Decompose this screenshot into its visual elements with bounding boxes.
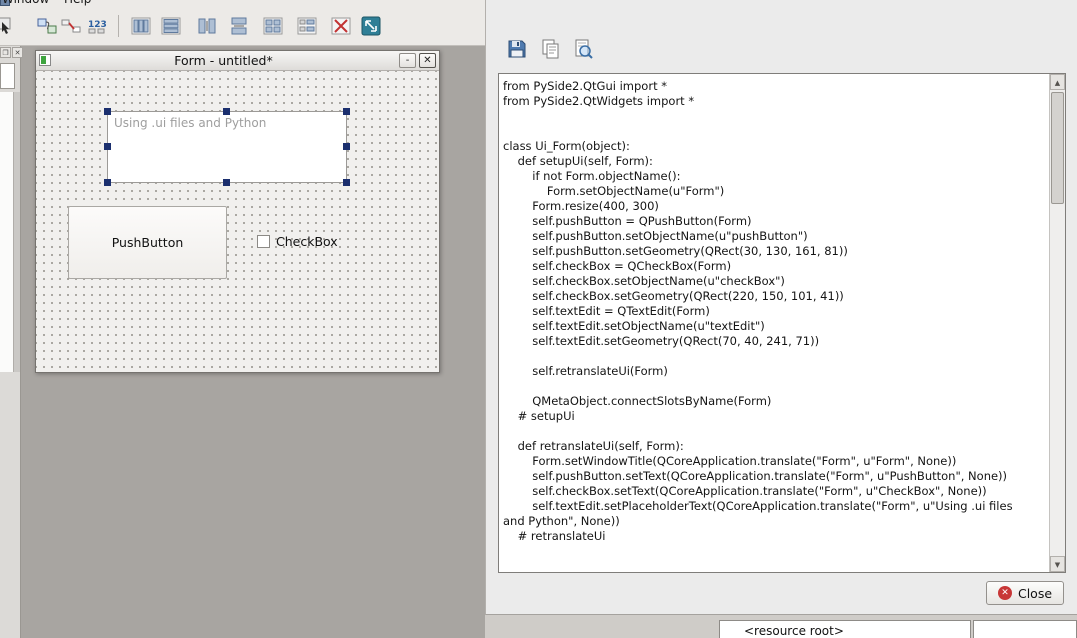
selection-handle[interactable]	[343, 143, 350, 150]
break-layout-icon[interactable]	[328, 13, 354, 39]
code-line: and Python", None))	[503, 514, 1049, 529]
checkbox-widget[interactable]: CheckBox	[257, 234, 338, 249]
code-line: self.checkBox.setText(QCoreApplication.t…	[503, 484, 1049, 499]
resource-panel-secondary[interactable]	[973, 620, 1077, 638]
form-designer-window: Form - untitled* - ✕ Using .ui files and…	[35, 50, 440, 373]
checkbox-label: CheckBox	[276, 234, 338, 249]
code-line	[503, 349, 1049, 364]
left-dock-panel: ❐ ✕	[0, 46, 21, 638]
dock-close-icon[interactable]: ✕	[12, 47, 23, 58]
dialog-close-button[interactable]: ✕ Close	[986, 581, 1064, 605]
selection-handle[interactable]	[223, 108, 230, 115]
textedit-placeholder: Using .ui files and Python	[114, 116, 266, 130]
code-preview-dialog: from PySide2.QtGui import *from PySide2.…	[485, 0, 1077, 615]
code-line: self.pushButton = QPushButton(Form)	[503, 214, 1049, 229]
layout-vertical-splitter-icon[interactable]	[226, 13, 252, 39]
layout-form-icon[interactable]	[294, 13, 320, 39]
code-line: self.pushButton.setText(QCoreApplication…	[503, 469, 1049, 484]
widgetbox-filter-input[interactable]	[0, 63, 15, 89]
selection-handle[interactable]	[104, 179, 111, 186]
edit-widgets-icon[interactable]	[0, 13, 17, 39]
code-line: # setupUi	[503, 409, 1049, 424]
edit-signals-slots-icon[interactable]	[34, 13, 60, 39]
form-window-icon	[39, 51, 51, 70]
code-line: self.pushButton.setGeometry(QRect(30, 13…	[503, 244, 1049, 259]
code-line: from PySide2.QtWidgets import *	[503, 94, 1049, 109]
code-view[interactable]: from PySide2.QtGui import *from PySide2.…	[498, 73, 1066, 573]
form-window-titlebar[interactable]: Form - untitled* - ✕	[36, 51, 439, 71]
code-line: self.checkBox = QCheckBox(Form)	[503, 259, 1049, 274]
scroll-up-icon[interactable]: ▲	[1050, 74, 1065, 90]
code-line: if not Form.objectName():	[503, 169, 1049, 184]
selection-handle[interactable]	[343, 108, 350, 115]
code-line: Form.setWindowTitle(QCoreApplication.tra…	[503, 454, 1049, 469]
checkbox-box[interactable]	[257, 235, 270, 248]
minimize-button[interactable]: -	[399, 53, 416, 68]
code-line	[503, 109, 1049, 124]
close-button-label: Close	[1018, 586, 1052, 601]
qt-designer-screen: Window Help 123	[0, 0, 1077, 638]
edit-buddies-icon[interactable]	[58, 13, 84, 39]
code-line	[503, 124, 1049, 139]
code-line: Form.resize(400, 300)	[503, 199, 1049, 214]
pushbutton-widget[interactable]: PushButton	[68, 206, 227, 279]
resource-root-item[interactable]: <resource root>	[719, 620, 971, 638]
close-icon: ✕	[998, 586, 1012, 600]
menubar: Window Help	[0, 0, 485, 7]
dock-scrollbar[interactable]	[14, 92, 20, 372]
code-lines: from PySide2.QtGui import *from PySide2.…	[499, 74, 1049, 572]
print-preview-icon[interactable]	[570, 36, 596, 62]
close-button[interactable]: ✕	[419, 53, 436, 68]
menu-help[interactable]: Help	[64, 0, 91, 6]
menu-window[interactable]: Window	[2, 0, 49, 6]
scroll-down-icon[interactable]: ▼	[1050, 556, 1065, 572]
layout-horizontal-icon[interactable]	[128, 13, 154, 39]
code-line: # retranslateUi	[503, 529, 1049, 544]
code-line: self.textEdit.setPlaceholderText(QCoreAp…	[503, 499, 1049, 514]
edit-tab-order-icon[interactable]: 123	[84, 13, 110, 39]
textedit-widget[interactable]: Using .ui files and Python	[107, 111, 347, 183]
selection-handle[interactable]	[223, 179, 230, 186]
layout-horizontal-splitter-icon[interactable]	[194, 13, 220, 39]
code-line: self.textEdit.setObjectName(u"textEdit")	[503, 319, 1049, 334]
code-line: class Ui_Form(object):	[503, 139, 1049, 154]
selection-handle[interactable]	[343, 179, 350, 186]
form-canvas[interactable]: Using .ui files and Python PushButton Ch…	[36, 71, 439, 372]
resource-browser-area: <resource root>	[485, 615, 1077, 638]
code-line: Form.setObjectName(u"Form")	[503, 184, 1049, 199]
save-icon[interactable]	[504, 36, 530, 62]
code-line: self.retranslateUi(Form)	[503, 364, 1049, 379]
copy-icon[interactable]	[538, 36, 564, 62]
toolbar-separator	[118, 15, 119, 37]
code-line: def retranslateUi(self, Form):	[503, 439, 1049, 454]
selection-handle[interactable]	[104, 143, 111, 150]
code-line: self.checkBox.setGeometry(QRect(220, 150…	[503, 289, 1049, 304]
code-line: self.textEdit = QTextEdit(Form)	[503, 304, 1049, 319]
resource-root-label: <resource root>	[744, 624, 844, 638]
adjust-size-icon[interactable]	[358, 13, 384, 39]
code-line: def setupUi(self, Form):	[503, 154, 1049, 169]
vertical-scrollbar[interactable]: ▲ ▼	[1049, 74, 1065, 572]
code-line: self.checkBox.setObjectName(u"checkBox")	[503, 274, 1049, 289]
selection-handle[interactable]	[104, 108, 111, 115]
code-line	[503, 424, 1049, 439]
layout-vertical-icon[interactable]	[158, 13, 184, 39]
layout-grid-icon[interactable]	[260, 13, 286, 39]
widgetbox-list[interactable]	[0, 92, 14, 372]
code-line: self.pushButton.setObjectName(u"pushButt…	[503, 229, 1049, 244]
main-toolbar: 123	[0, 7, 485, 46]
code-line: from PySide2.QtGui import *	[503, 79, 1049, 94]
dock-float-icon[interactable]: ❐	[0, 47, 11, 58]
scrollbar-thumb[interactable]	[1051, 92, 1064, 204]
code-line: QMetaObject.connectSlotsByName(Form)	[503, 394, 1049, 409]
form-window-title: Form - untitled*	[51, 53, 396, 68]
code-line: self.textEdit.setGeometry(QRect(70, 40, …	[503, 334, 1049, 349]
code-line	[503, 379, 1049, 394]
